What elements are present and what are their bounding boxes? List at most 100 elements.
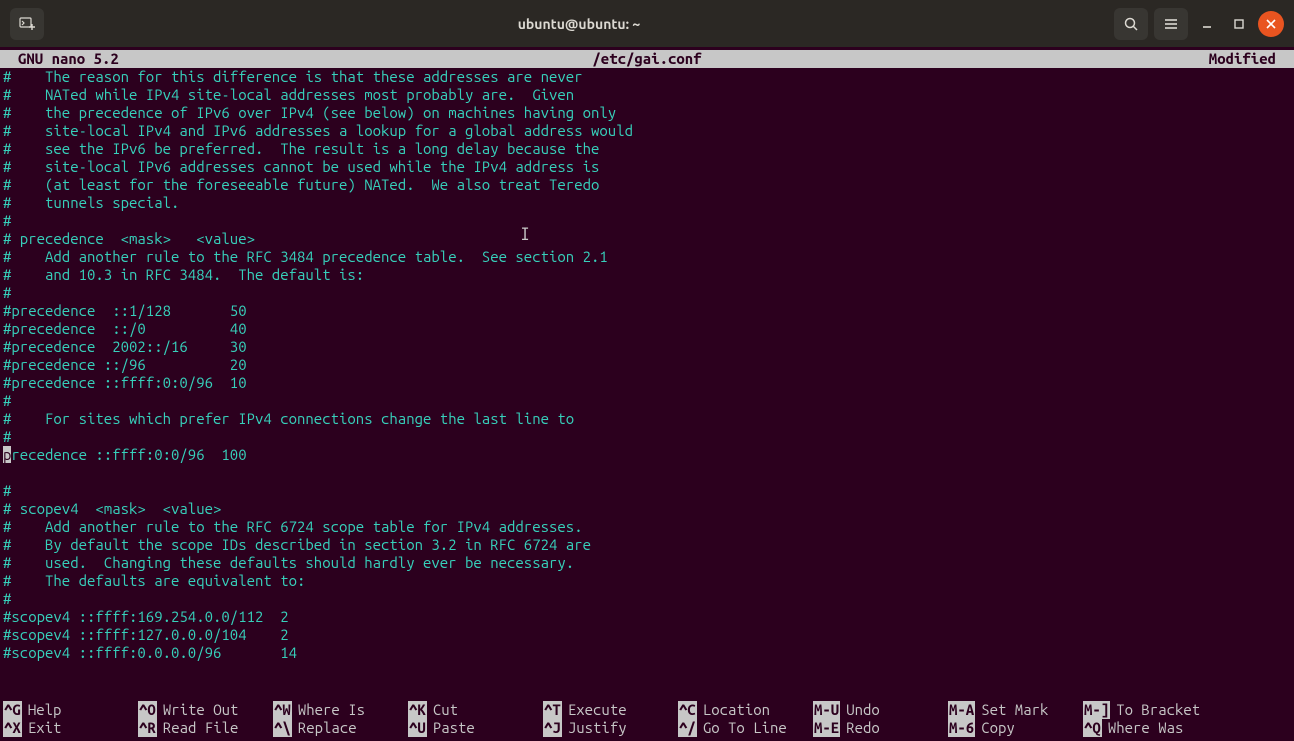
editor-line: # tunnels special. xyxy=(3,194,1291,212)
help-item: ^WWhere Is xyxy=(273,701,408,719)
maximize-icon xyxy=(1233,18,1245,30)
help-key: ^R xyxy=(138,719,157,737)
help-item: M-ERedo xyxy=(813,719,948,737)
close-icon xyxy=(1265,18,1277,30)
hamburger-icon xyxy=(1163,16,1179,32)
editor-line: # see the IPv6 be preferred. The result … xyxy=(3,140,1291,158)
help-key: M-A xyxy=(948,701,975,719)
editor-line: #precedence ::ffff:0:0/96 10 xyxy=(3,374,1291,392)
nano-titlebar: GNU nano 5.2 /etc/gai.conf Modified xyxy=(0,50,1294,68)
help-item: M-ASet Mark xyxy=(948,701,1083,719)
help-label: Copy xyxy=(975,719,1015,737)
text-cursor-ibeam: I xyxy=(520,225,530,243)
search-button[interactable] xyxy=(1114,8,1148,40)
help-item: M-6Copy xyxy=(948,719,1083,737)
help-label: Paste xyxy=(427,719,475,737)
editor-line: # xyxy=(3,590,1291,608)
editor-line: # xyxy=(3,284,1291,302)
help-label: Execute xyxy=(562,701,627,719)
help-item: ^XExit xyxy=(3,719,138,737)
editor-line: # Add another rule to the RFC 3484 prece… xyxy=(3,248,1291,266)
editor-line: # the precedence of IPv6 over IPv4 (see … xyxy=(3,104,1291,122)
editor-line: # By default the scope IDs described in … xyxy=(3,536,1291,554)
editor-line: # site-local IPv6 addresses cannot be us… xyxy=(3,158,1291,176)
help-label: Cut xyxy=(427,701,458,719)
editor-line: #precedence ::/0 40 xyxy=(3,320,1291,338)
editor-line: # xyxy=(3,428,1291,446)
help-key: ^C xyxy=(678,701,697,719)
minimize-button[interactable] xyxy=(1194,11,1220,37)
help-item: ^RRead File xyxy=(138,719,273,737)
maximize-button[interactable] xyxy=(1226,11,1252,37)
editor-line: precedence ::ffff:0:0/96 100 xyxy=(3,446,1291,464)
help-item: ^CLocation xyxy=(678,701,813,719)
help-item: ^GHelp xyxy=(3,701,138,719)
close-button[interactable] xyxy=(1258,11,1284,37)
editor-line: # For sites which prefer IPv4 connection… xyxy=(3,410,1291,428)
help-label: Exit xyxy=(22,719,62,737)
help-item: M-UUndo xyxy=(813,701,948,719)
help-item: ^\Replace xyxy=(273,719,408,737)
editor-line: #precedence ::/96 20 xyxy=(3,356,1291,374)
help-key: ^J xyxy=(543,719,562,737)
editor-line: #scopev4 ::ffff:0.0.0.0/96 14 xyxy=(3,644,1291,662)
editor-line: #precedence 2002::/16 30 xyxy=(3,338,1291,356)
editor-line: # used. Changing these defaults should h… xyxy=(3,554,1291,572)
new-tab-button[interactable] xyxy=(10,8,44,40)
help-label: Location xyxy=(697,701,770,719)
editor-line: # The defaults are equivalent to: xyxy=(3,572,1291,590)
editor-line: #scopev4 ::ffff:127.0.0.0/104 2 xyxy=(3,626,1291,644)
help-item: ^UPaste xyxy=(408,719,543,737)
editor-line: # scopev4 <mask> <value> xyxy=(3,500,1291,518)
nano-filename: /etc/gai.conf xyxy=(592,50,701,68)
editor-line: # site-local IPv4 and IPv6 addresses a l… xyxy=(3,122,1291,140)
editor-line: #scopev4 ::ffff:169.254.0.0/112 2 xyxy=(3,608,1291,626)
help-item: ^TExecute xyxy=(543,701,678,719)
search-icon xyxy=(1123,16,1139,32)
nano-version: GNU nano 5.2 xyxy=(0,50,119,68)
help-label: Go To Line xyxy=(697,719,787,737)
editor-line: #precedence ::1/128 50 xyxy=(3,302,1291,320)
editor-line: # xyxy=(3,482,1291,500)
editor-line: # and 10.3 in RFC 3484. The default is: xyxy=(3,266,1291,284)
help-label: Justify xyxy=(562,719,627,737)
help-label: Write Out xyxy=(157,701,239,719)
editor-line: # xyxy=(3,392,1291,410)
help-item: ^/Go To Line xyxy=(678,719,813,737)
terminal-area[interactable]: GNU nano 5.2 /etc/gai.conf Modified # Th… xyxy=(0,47,1294,741)
editor-content[interactable]: # The reason for this difference is that… xyxy=(3,68,1291,662)
help-key: M-U xyxy=(813,701,840,719)
help-key: ^/ xyxy=(678,719,697,737)
help-key: ^Q xyxy=(1083,719,1102,737)
editor-line: # NATed while IPv4 site-local addresses … xyxy=(3,86,1291,104)
help-key: ^K xyxy=(408,701,427,719)
help-item: M-]To Bracket xyxy=(1083,701,1218,719)
editor-line: # xyxy=(3,212,1291,230)
window-titlebar: ubuntu@ubuntu: ~ xyxy=(0,0,1294,47)
help-label: Redo xyxy=(840,719,880,737)
help-row-1: ^GHelp^OWrite Out^WWhere Is^KCut^TExecut… xyxy=(3,701,1291,719)
editor-line: # Add another rule to the RFC 6724 scope… xyxy=(3,518,1291,536)
help-label: Undo xyxy=(840,701,880,719)
editor-line: # The reason for this difference is that… xyxy=(3,68,1291,86)
help-key: M-6 xyxy=(948,719,975,737)
help-key: ^\ xyxy=(273,719,292,737)
help-key: ^W xyxy=(273,701,292,719)
help-label: Where Was xyxy=(1102,719,1184,737)
help-key: ^O xyxy=(138,701,157,719)
help-row-2: ^XExit^RRead File^\Replace^UPaste^JJusti… xyxy=(3,719,1291,737)
help-key: ^U xyxy=(408,719,427,737)
terminal-plus-icon xyxy=(19,16,35,32)
nano-helpbar: ^GHelp^OWrite Out^WWhere Is^KCut^TExecut… xyxy=(3,701,1291,737)
help-item: ^JJustify xyxy=(543,719,678,737)
window-title: ubuntu@ubuntu: ~ xyxy=(518,15,641,33)
help-item: ^QWhere Was xyxy=(1083,719,1218,737)
nano-modified: Modified xyxy=(1209,50,1276,68)
help-label: Replace xyxy=(292,719,357,737)
help-label: To Bracket xyxy=(1110,701,1200,719)
help-label: Where Is xyxy=(292,701,365,719)
hamburger-menu-button[interactable] xyxy=(1154,8,1188,40)
help-item: ^KCut xyxy=(408,701,543,719)
minimize-icon xyxy=(1201,18,1213,30)
help-label: Read File xyxy=(157,719,239,737)
